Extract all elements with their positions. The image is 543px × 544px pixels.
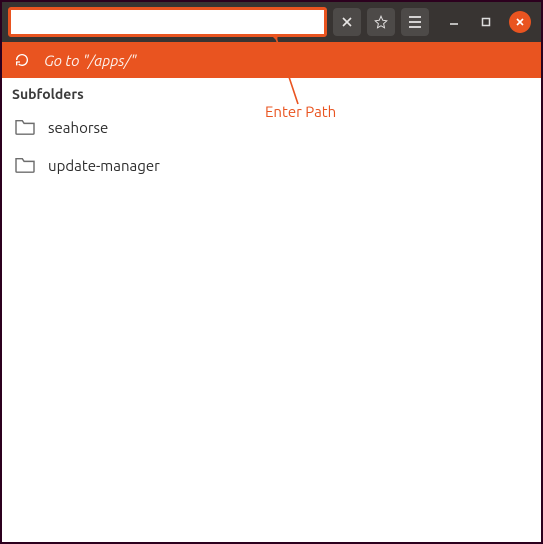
minimize-icon <box>449 15 459 30</box>
star-icon <box>374 15 388 29</box>
close-icon <box>515 15 525 30</box>
folder-icon <box>14 118 36 136</box>
menu-button[interactable] <box>401 8 429 36</box>
app-window: Go to "/apps/" Subfolders seahorse updat… <box>2 2 541 542</box>
hamburger-icon <box>408 16 422 28</box>
minimize-button[interactable] <box>445 13 463 31</box>
maximize-icon <box>481 15 491 30</box>
close-window-button[interactable] <box>509 11 531 33</box>
content-area: Subfolders seahorse update-manager <box>2 78 541 542</box>
titlebar <box>2 2 541 42</box>
bookmark-button[interactable] <box>367 8 395 36</box>
list-item[interactable]: update-manager <box>2 146 541 184</box>
path-input[interactable] <box>8 7 327 37</box>
section-header: Subfolders <box>2 78 541 108</box>
clear-path-button[interactable] <box>333 8 361 36</box>
folder-icon <box>14 156 36 174</box>
list-item-label: update-manager <box>48 157 160 174</box>
list-item[interactable]: seahorse <box>2 108 541 146</box>
window-controls <box>445 11 531 33</box>
close-icon <box>341 16 353 28</box>
list-item-label: seahorse <box>48 119 108 136</box>
location-text: Go to "/apps/" <box>44 52 136 69</box>
maximize-button[interactable] <box>477 13 495 31</box>
reload-icon <box>14 52 30 68</box>
location-bar: Go to "/apps/" <box>2 42 541 78</box>
